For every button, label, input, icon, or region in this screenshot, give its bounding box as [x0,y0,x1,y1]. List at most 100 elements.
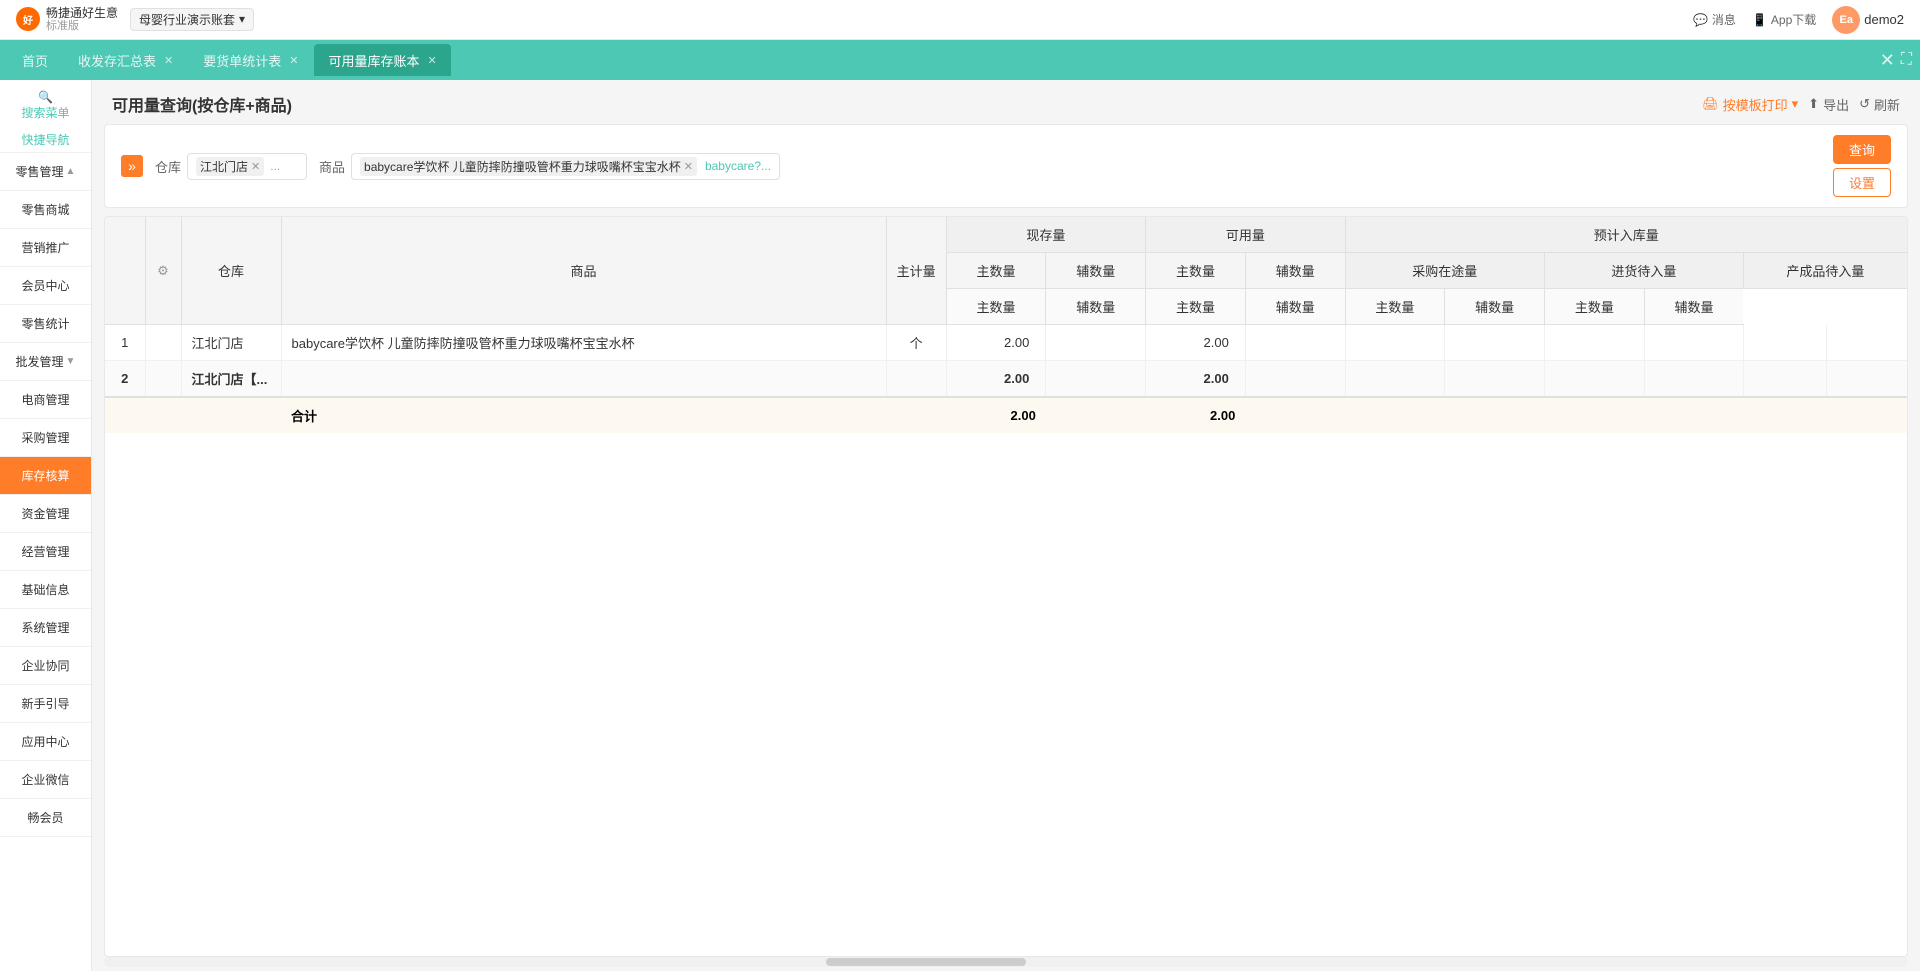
table-footer-row: 合计 2.00 2.00 [105,397,1907,433]
th-purch-arriving: 进货待入量 [1545,253,1744,289]
product-input[interactable]: babycare学饮杯 儿童防摔防撞吸管杯重力球吸嘴杯宝宝水杯 ✕ babyca… [351,153,780,180]
th-current-stock: 现存量 [946,217,1145,253]
search-icon: 🔍 [38,90,53,104]
sidebar-item-marketing[interactable]: 营销推广 [0,229,91,267]
chevron-down-icon: ▾ [239,12,245,26]
td-warehouse-2: 江北门店【... [181,361,281,398]
td-footer-pp1 [1743,397,1826,433]
th-main-unit: 主计量 [886,217,946,325]
th-sub2: 辅数量 [1046,289,1146,325]
product-label: 商品 [319,157,345,176]
close-all-tabs[interactable]: ✕ [1880,50,1895,71]
app-download-button[interactable]: 📱 App下载 [1752,11,1816,28]
sidebar-item-ecommerce[interactable]: 电商管理 [0,381,91,419]
th-warehouse: 仓库 [181,217,281,325]
nav-tabs: 首页 收发存汇总表 ✕ 要货单统计表 ✕ 可用量库存账本 ✕ ✕ ⛶ [0,40,1920,80]
horizontal-scrollbar[interactable] [104,957,1908,967]
print-dropdown-icon: ▾ [1792,96,1799,112]
td-pa-aux-1 [1644,325,1743,361]
sidebar-item-purchase-mgmt[interactable]: 采购管理 [0,419,91,457]
logo-area: 好 畅捷通好生意 标准版 [16,6,118,34]
th-sub7: 主数量 [1545,289,1645,325]
expand-window-icon[interactable]: ⛶ [1901,51,1912,69]
industry-selector[interactable]: 母婴行业演示账套 ▾ [130,8,254,31]
td-avail-aux-2 [1245,361,1345,398]
tab-home[interactable]: 首页 [8,44,62,76]
content-area: 可用量查询(按仓库+商品) 🖨 按模板打印 ▾ ⬆ 导出 ↺ 刷新 » [92,80,1920,971]
td-footer-avail: 2.00 [1146,397,1246,433]
td-footer-stock: 2.00 [946,397,1046,433]
sidebar-item-retail-stats[interactable]: 零售统计 [0,305,91,343]
logo-icon: 好 [16,7,40,31]
filter-actions: 查询 设置 [1833,135,1891,197]
message-icon: 💬 [1693,13,1708,27]
td-stock-main-1: 2.00 [946,325,1046,361]
close-tab-available[interactable]: ✕ [428,54,437,67]
sidebar-item-system[interactable]: 系统管理 [0,609,91,647]
tab-order-stats[interactable]: 要货单统计表 ✕ [189,44,312,76]
th-settings[interactable]: ⚙ [145,217,181,325]
sidebar-quick-nav[interactable]: 快捷导航 [0,127,91,152]
sidebar-item-guide[interactable]: 新手引导 [0,685,91,723]
td-pa-main-2 [1545,361,1645,398]
export-icon: ⬆ [1808,96,1819,112]
warehouse-tag: 江北门店 ✕ [196,157,264,176]
product-tag-1-close[interactable]: ✕ [684,160,693,173]
sidebar-item-app-center[interactable]: 应用中心 [0,723,91,761]
td-footer-stock-aux [1046,397,1146,433]
app-icon: 📱 [1752,13,1767,27]
sidebar-item-retail-mall[interactable]: 零售商城 [0,191,91,229]
main-layout: 🔍 搜索菜单 快捷导航 零售管理 ▲ 零售商城 营销推广 会员中心 零售统计 批… [0,80,1920,971]
td-pt-aux-1 [1445,325,1545,361]
scroll-thumb[interactable] [826,958,1026,966]
sidebar-item-retail-mgmt[interactable]: 零售管理 ▲ [0,153,91,191]
filter-expand-button[interactable]: » [121,155,143,177]
refresh-button[interactable]: ↺ 刷新 [1859,95,1900,114]
query-button[interactable]: 查询 [1833,135,1891,164]
td-pp-main-1 [1743,325,1826,361]
td-footer-empty2 [145,397,181,433]
logo-text: 畅捷通好生意 标准版 [46,6,118,34]
warehouse-tag-close[interactable]: ✕ [251,160,260,173]
sidebar-item-enterprise[interactable]: 企业协同 [0,647,91,685]
filter-bar: » 仓库 江北门店 ✕ ... 商品 babycare学饮杯 儿童防摔防撞吸管杯… [104,124,1908,208]
close-tab-receive[interactable]: ✕ [164,54,173,67]
sidebar-item-wholesale-mgmt[interactable]: 批发管理 ▼ [0,343,91,381]
warehouse-more[interactable]: ... [270,159,280,173]
tab-available-stock[interactable]: 可用量库存账本 ✕ [314,44,450,76]
sidebar-item-member-center[interactable]: 会员中心 [0,267,91,305]
sidebar-item-finance[interactable]: 资金管理 [0,495,91,533]
sidebar-item-inventory[interactable]: 库存核算 [0,457,91,495]
th-sub6: 辅数量 [1445,289,1545,325]
sidebar-item-basic-info[interactable]: 基础信息 [0,571,91,609]
table-row: 1 江北门店 babycare学饮杯 儿童防摔防撞吸管杯重力球吸嘴杯宝宝水杯 个… [105,325,1907,361]
warehouse-input[interactable]: 江北门店 ✕ ... [187,153,307,180]
settings-button[interactable]: 设置 [1833,168,1891,197]
td-product-2 [281,361,886,398]
message-button[interactable]: 💬 消息 [1693,11,1736,28]
sidebar-item-member[interactable]: 畅会员 [0,799,91,837]
tab-receive-summary[interactable]: 收发存汇总表 ✕ [64,44,187,76]
export-button[interactable]: ⬆ 导出 [1808,95,1849,114]
td-rownum-2: 2 [105,361,145,398]
print-button[interactable]: 🖨 按模板打印 ▾ [1702,95,1798,114]
td-footer-pt2 [1445,397,1545,433]
top-bar-left: 好 畅捷通好生意 标准版 母婴行业演示账套 ▾ [16,6,254,34]
page-title: 可用量查询(按仓库+商品) [112,92,292,116]
td-pt-main-1 [1345,325,1445,361]
warehouse-filter: 仓库 江北门店 ✕ ... [155,153,307,180]
top-bar-right: 💬 消息 📱 App下载 Ea demo2 [1693,6,1904,34]
th-avail-main: 主数量 [1146,253,1246,289]
th-purch-transit: 采购在途量 [1345,253,1544,289]
td-footer-pa2 [1644,397,1743,433]
td-rownum-1: 1 [105,325,145,361]
sidebar: 🔍 搜索菜单 快捷导航 零售管理 ▲ 零售商城 营销推广 会员中心 零售统计 批… [0,80,92,971]
sidebar-search[interactable]: 🔍 搜索菜单 [0,80,91,127]
td-settings-1 [145,325,181,361]
sidebar-item-operations[interactable]: 经营管理 [0,533,91,571]
th-stock-main: 主数量 [946,253,1046,289]
td-footer-pa1 [1545,397,1645,433]
close-tab-order[interactable]: ✕ [289,54,298,67]
user-area[interactable]: Ea demo2 [1832,6,1904,34]
sidebar-item-wechat[interactable]: 企业微信 [0,761,91,799]
